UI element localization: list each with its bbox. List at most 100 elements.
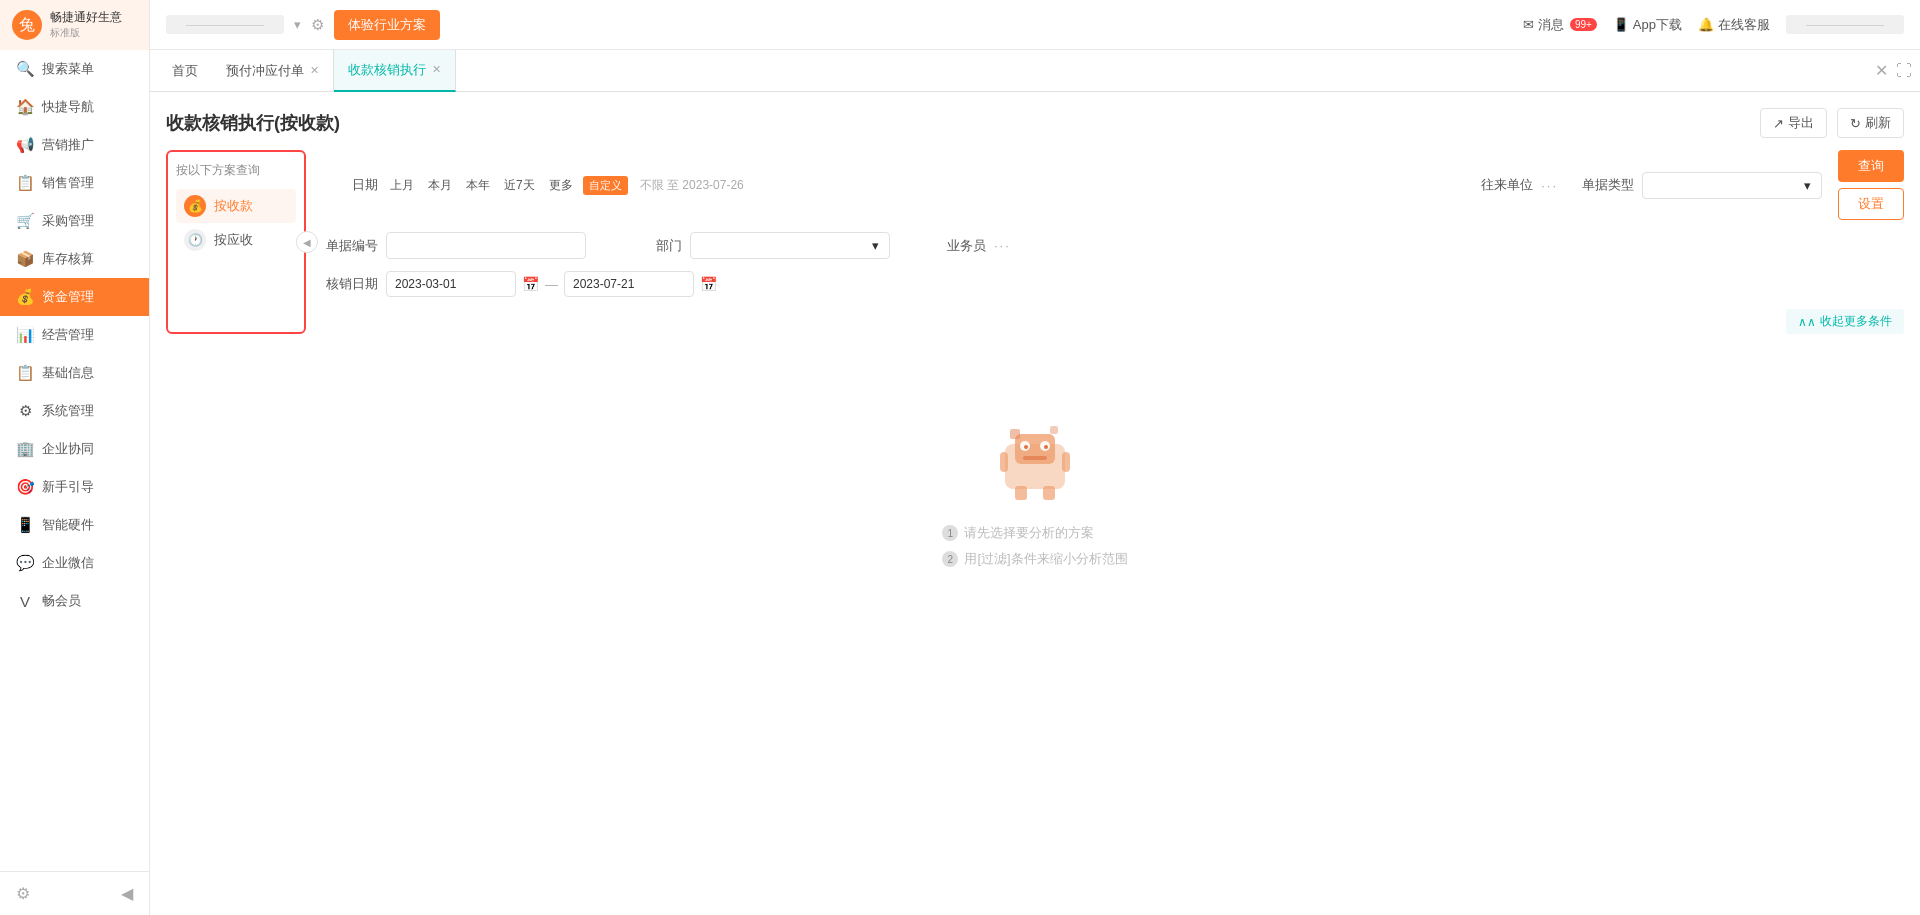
writeoff-start-input[interactable] xyxy=(386,271,516,297)
page-inner: 收款核销执行(按收款) ↗ 导出 ↻ 刷新 按以下方案查询 xyxy=(150,92,1920,915)
sidebar-item-marketing[interactable]: 📢 营销推广 xyxy=(0,126,149,164)
salesperson-more-btn[interactable]: ··· xyxy=(994,238,1011,253)
date-shortcut-this-month[interactable]: 本月 xyxy=(424,175,456,196)
tabbar-actions: ✕ ⛶ xyxy=(1875,61,1912,80)
tab-prepay[interactable]: 预付冲应付单 ✕ xyxy=(212,50,334,92)
date-shortcut-more[interactable]: 更多 xyxy=(545,175,577,196)
settings-bottom-icon[interactable]: ⚙ xyxy=(16,884,30,903)
sidebar-item-purchase[interactable]: 🛒 采购管理 xyxy=(0,202,149,240)
close-all-tabs-icon[interactable]: ✕ xyxy=(1875,61,1888,80)
collapse-more: ∧∧ 收起更多条件 xyxy=(318,309,1904,334)
calendar-end-icon[interactable]: 📅 xyxy=(700,276,717,292)
topbar-right: ✉ 消息 99+ 📱 App下载 🔔 在线客服 —————— xyxy=(1523,15,1904,34)
doc-number-input[interactable] xyxy=(386,232,586,259)
date-shortcut-last-month[interactable]: 上月 xyxy=(386,175,418,196)
topbar-gear-icon[interactable]: ⚙ xyxy=(311,16,324,34)
svg-point-5 xyxy=(1044,445,1048,449)
sidebar-item-basic[interactable]: 📋 基础信息 xyxy=(0,354,149,392)
doc-type-select[interactable]: ▾ xyxy=(1642,172,1822,199)
wechat-icon: 💬 xyxy=(16,554,34,572)
doc-number-field: 单据编号 xyxy=(318,232,586,259)
query-button[interactable]: 查询 xyxy=(1838,150,1904,182)
enterprise-icon: 🏢 xyxy=(16,440,34,458)
writeoff-end-input[interactable] xyxy=(564,271,694,297)
filter-left-title: 按以下方案查询 xyxy=(176,162,296,179)
marketing-icon: 📢 xyxy=(16,136,34,154)
sidebar-item-shortcut[interactable]: 🏠 快捷导航 xyxy=(0,88,149,126)
filter-option-by-receipt[interactable]: 💰 按收款 xyxy=(176,189,296,223)
app-icon: 📱 xyxy=(1613,17,1629,32)
app-download-button[interactable]: 📱 App下载 xyxy=(1613,16,1682,34)
user-info[interactable]: —————— xyxy=(1786,15,1904,34)
page-header: 收款核销执行(按收款) ↗ 导出 ↻ 刷新 xyxy=(166,108,1904,138)
filter-row-1: 日期 上月 本月 本年 近7天 更多 自定义 不限 至 2023-07-26 xyxy=(318,150,1904,220)
tab-home[interactable]: 首页 xyxy=(158,50,212,92)
topbar: —————— ▾ ⚙ 体验行业方案 ✉ 消息 99+ 📱 App下载 🔔 在线客… xyxy=(150,0,1920,50)
svg-rect-10 xyxy=(1043,486,1055,500)
tab-receipt[interactable]: 收款核销执行 ✕ xyxy=(334,50,456,92)
counterparty-label: 往来单位 xyxy=(1473,176,1533,194)
chevron-up-icon: ∧∧ xyxy=(1798,315,1816,329)
date-shortcut-custom[interactable]: 自定义 xyxy=(583,176,628,195)
sidebar-item-enterprise[interactable]: 🏢 企业协同 xyxy=(0,430,149,468)
export-button[interactable]: ↗ 导出 xyxy=(1760,108,1827,138)
export-icon: ↗ xyxy=(1773,116,1784,131)
sidebar-item-inventory[interactable]: 📦 库存核算 xyxy=(0,240,149,278)
service-icon: 🔔 xyxy=(1698,17,1714,32)
message-badge: 99+ xyxy=(1570,18,1597,31)
refresh-button[interactable]: ↻ 刷新 xyxy=(1837,108,1904,138)
writeoff-date-range: 📅 — 📅 xyxy=(386,271,717,297)
message-icon: ✉ xyxy=(1523,17,1534,32)
online-service-button[interactable]: 🔔 在线客服 xyxy=(1698,16,1770,34)
message-button[interactable]: ✉ 消息 99+ xyxy=(1523,16,1597,34)
settings-filter-button[interactable]: 设置 xyxy=(1838,188,1904,220)
tip-num-1: 1 xyxy=(942,525,958,541)
receivable-icon: 🕐 xyxy=(184,229,206,251)
filter-row-3: 核销日期 📅 — 📅 xyxy=(318,271,1904,297)
app-logo-icon: 兔 xyxy=(12,10,42,40)
svg-rect-7 xyxy=(1000,452,1008,472)
topbar-brand: —————— xyxy=(166,15,284,34)
solution-button[interactable]: 体验行业方案 xyxy=(334,10,440,40)
page-actions: ↗ 导出 ↻ 刷新 xyxy=(1760,108,1904,138)
sidebar-item-finance[interactable]: 💰 资金管理 xyxy=(0,278,149,316)
guide-icon: 🎯 xyxy=(16,478,34,496)
collapse-sidebar-icon[interactable]: ◀ xyxy=(121,884,133,903)
svg-rect-11 xyxy=(1010,429,1020,439)
date-label: 日期 xyxy=(318,176,378,194)
svg-rect-9 xyxy=(1015,486,1027,500)
sidebar-item-system[interactable]: ⚙ 系统管理 xyxy=(0,392,149,430)
basic-icon: 📋 xyxy=(16,364,34,382)
sidebar-item-member[interactable]: V 畅会员 xyxy=(0,582,149,620)
purchase-icon: 🛒 xyxy=(16,212,34,230)
collapse-more-button[interactable]: ∧∧ 收起更多条件 xyxy=(1786,309,1904,334)
sidebar-item-sales[interactable]: 📋 销售管理 xyxy=(0,164,149,202)
date-shortcut-7days[interactable]: 近7天 xyxy=(500,175,539,196)
sidebar-item-operations[interactable]: 📊 经营管理 xyxy=(0,316,149,354)
date-shortcut-this-year[interactable]: 本年 xyxy=(462,175,494,196)
sidebar-item-search[interactable]: 🔍 搜索菜单 xyxy=(0,50,149,88)
sidebar-item-hardware[interactable]: 📱 智能硬件 xyxy=(0,506,149,544)
counterparty-more-btn[interactable]: ··· xyxy=(1541,178,1558,193)
counterparty-filter-field: 往来单位 ··· xyxy=(1473,176,1558,194)
sidebar-item-guide[interactable]: 🎯 新手引导 xyxy=(0,468,149,506)
expand-tabs-icon[interactable]: ⛶ xyxy=(1896,62,1912,80)
operations-icon: 📊 xyxy=(16,326,34,344)
tabbar: 首页 预付冲应付单 ✕ 收款核销执行 ✕ ✕ ⛶ xyxy=(150,50,1920,92)
sidebar-item-wechat[interactable]: 💬 企业微信 xyxy=(0,544,149,582)
filter-left-collapse-button[interactable]: ◀ xyxy=(296,231,318,253)
salesperson-field: 业务员 ··· xyxy=(926,237,1011,255)
filter-option-by-receivable[interactable]: 🕐 按应收 xyxy=(176,223,296,257)
tab-prepay-close[interactable]: ✕ xyxy=(310,64,319,77)
department-select[interactable]: ▾ xyxy=(690,232,890,259)
main-area: —————— ▾ ⚙ 体验行业方案 ✉ 消息 99+ 📱 App下载 🔔 在线客… xyxy=(150,0,1920,915)
tab-receipt-close[interactable]: ✕ xyxy=(432,63,441,76)
date-shortcuts: 上月 本月 本年 近7天 更多 自定义 xyxy=(386,175,628,196)
calendar-start-icon[interactable]: 📅 xyxy=(522,276,539,292)
action-buttons: 查询 设置 xyxy=(1838,150,1904,220)
page-content: 收款核销执行(按收款) ↗ 导出 ↻ 刷新 按以下方案查询 xyxy=(150,92,1920,915)
filter-right-panel: 日期 上月 本月 本年 近7天 更多 自定义 不限 至 2023-07-26 xyxy=(318,150,1904,334)
empty-state: 1 请先选择要分析的方案 2 用[过滤]条件来缩小分析范围 xyxy=(166,334,1904,656)
topbar-chevron-icon[interactable]: ▾ xyxy=(294,17,301,32)
writeoff-date-label: 核销日期 xyxy=(318,275,378,293)
